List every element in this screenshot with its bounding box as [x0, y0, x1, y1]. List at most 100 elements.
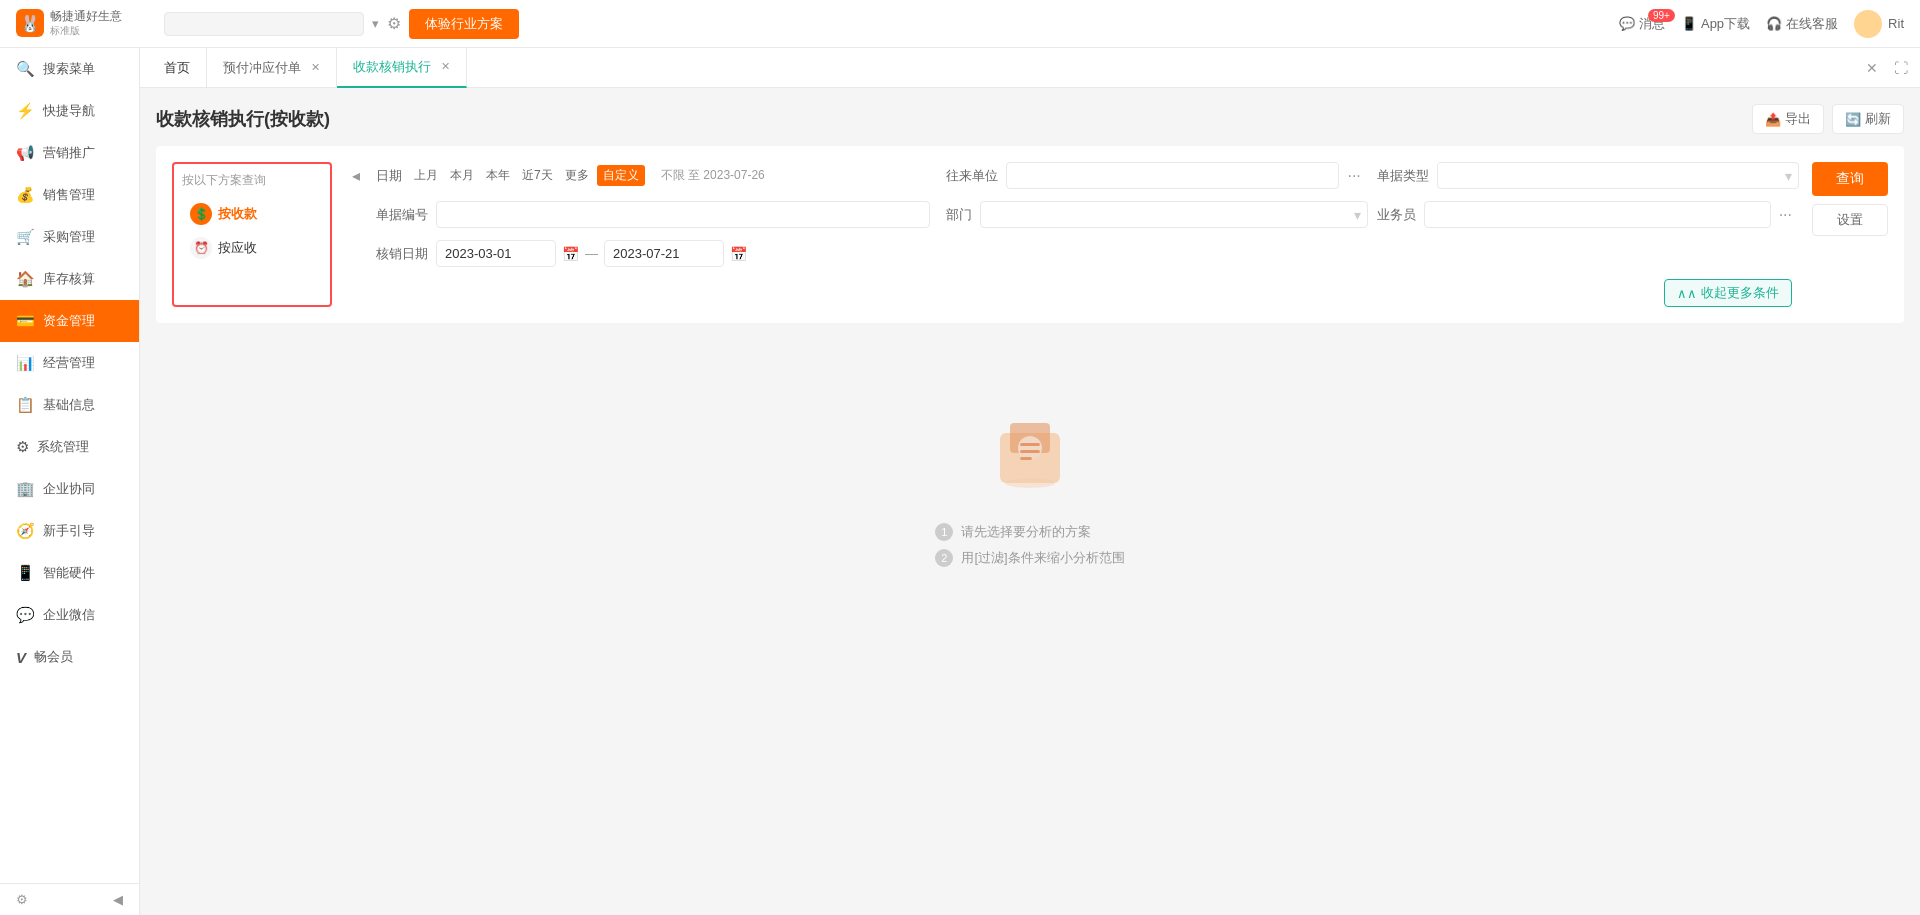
- sidebar-item-hardware[interactable]: 📱 智能硬件: [0, 552, 139, 594]
- writeoff-date-label: 核销日期: [376, 245, 428, 263]
- sidebar-item-basic[interactable]: 📋 基础信息: [0, 384, 139, 426]
- department-field: 部门 ▾: [946, 201, 1361, 228]
- svg-rect-3: [1020, 443, 1040, 446]
- tab-expand-btn[interactable]: ⛶: [1890, 56, 1912, 80]
- date-no-limit: 不限 至 2023-07-26: [661, 167, 765, 184]
- sidebar-item-sales[interactable]: 💰 销售管理: [0, 174, 139, 216]
- tab-receivable[interactable]: 收款核销执行 ✕: [337, 48, 467, 88]
- svg-rect-4: [1020, 450, 1040, 453]
- dropdown-icon[interactable]: ▾: [372, 16, 379, 31]
- sidebar-label-hardware: 智能硬件: [43, 564, 95, 582]
- salesperson-more-btn[interactable]: ···: [1779, 206, 1792, 224]
- doc-type-select[interactable]: [1437, 162, 1799, 189]
- refresh-button[interactable]: 🔄 刷新: [1832, 104, 1904, 134]
- top-bar-right: 💬 消息 99+ 📱 App下载 🎧 在线客服 Rit: [1619, 10, 1904, 38]
- sidebar-item-search[interactable]: 🔍 搜索菜单: [0, 48, 139, 90]
- guide-icon: 🧭: [16, 522, 35, 540]
- date-btn-this-year[interactable]: 本年: [482, 165, 514, 186]
- writeoff-date-field: 核销日期 📅 — 📅: [376, 240, 1792, 267]
- tab-home[interactable]: 首页: [148, 48, 207, 88]
- logo: 🐰 畅捷通好生意 标准版: [16, 9, 156, 37]
- sidebar-label-guide: 新手引导: [43, 522, 95, 540]
- gear-icon[interactable]: ⚙: [387, 14, 401, 33]
- doc-number-label: 单据编号: [376, 206, 428, 224]
- query-option-receivable[interactable]: ⏰ 按应收: [182, 231, 322, 265]
- date-btn-7days[interactable]: 近7天: [518, 165, 557, 186]
- sidebar-item-enterprise[interactable]: 🏢 企业协同: [0, 468, 139, 510]
- message-area[interactable]: 💬 消息 99+: [1619, 15, 1665, 33]
- date-btn-more[interactable]: 更多: [561, 165, 593, 186]
- query-button[interactable]: 查询: [1812, 162, 1888, 196]
- filter-row-3: 核销日期 📅 — 📅: [376, 240, 1792, 267]
- sidebar-label-member: 畅会员: [34, 648, 73, 666]
- calendar-end-icon[interactable]: 📅: [730, 246, 747, 262]
- salesperson-field: 业务员 ···: [1377, 201, 1792, 228]
- online-service[interactable]: 🎧 在线客服: [1766, 15, 1838, 33]
- salesperson-input[interactable]: [1424, 201, 1771, 228]
- counterparty-input[interactable]: [1006, 162, 1340, 189]
- sidebar-item-wechat[interactable]: 💬 企业微信: [0, 594, 139, 636]
- svg-rect-5: [1020, 457, 1032, 460]
- sidebar-item-inventory[interactable]: 🏠 库存核算: [0, 258, 139, 300]
- tab-receivable-close[interactable]: ✕: [441, 60, 450, 73]
- sidebar-bottom: ⚙ ◀: [0, 883, 139, 915]
- date-label: 日期: [376, 167, 402, 185]
- top-bar-center: ​ ▾ ⚙ 体验行业方案: [156, 9, 1619, 39]
- receipt-icon: 💲: [190, 203, 212, 225]
- finance-icon: 💳: [16, 312, 35, 330]
- doc-number-input[interactable]: [436, 201, 930, 228]
- sidebar-item-guide[interactable]: 🧭 新手引导: [0, 510, 139, 552]
- sidebar-label-purchase: 采购管理: [43, 228, 95, 246]
- tab-prepay-close[interactable]: ✕: [311, 61, 320, 74]
- department-select[interactable]: [980, 201, 1368, 228]
- sidebar-item-member[interactable]: V 畅会员: [0, 636, 139, 678]
- tip-num-1: 1: [935, 523, 953, 541]
- tab-prepay[interactable]: 预付冲应付单 ✕: [207, 48, 337, 88]
- filter-row-1: 日期 上月 本月 本年 近7天 更多 自定义 不限 至 2023-07-26: [376, 162, 1792, 189]
- sidebar-item-operations[interactable]: 📊 经营管理: [0, 342, 139, 384]
- industry-button[interactable]: 体验行业方案: [409, 9, 519, 39]
- counterparty-more-btn[interactable]: ···: [1347, 167, 1360, 185]
- tab-close-btn[interactable]: ✕: [1862, 56, 1882, 80]
- export-button[interactable]: 📤 导出: [1752, 104, 1824, 134]
- date-shortcuts: 上月 本月 本年 近7天 更多 自定义: [410, 165, 645, 186]
- calendar-start-icon[interactable]: 📅: [562, 246, 579, 262]
- department-label: 部门: [946, 206, 972, 224]
- tip-row-1: 1 请先选择要分析的方案: [935, 519, 1124, 545]
- user-info[interactable]: Rit: [1854, 10, 1904, 38]
- writeoff-date-end[interactable]: [604, 240, 724, 267]
- date-btn-custom[interactable]: 自定义: [597, 165, 645, 186]
- writeoff-date-start[interactable]: [436, 240, 556, 267]
- tip-row-2: 2 用[过滤]条件来缩小分析范围: [935, 545, 1124, 571]
- headset-icon: 🎧: [1766, 16, 1782, 31]
- sidebar-item-system[interactable]: ⚙ 系统管理: [0, 426, 139, 468]
- query-option-receipt[interactable]: 💲 按收款: [182, 197, 322, 231]
- operations-icon: 📊: [16, 354, 35, 372]
- date-btn-this-month[interactable]: 本月: [446, 165, 478, 186]
- svg-point-2: [1018, 436, 1042, 460]
- filter-form: 日期 上月 本月 本年 近7天 更多 自定义 不限 至 2023-07-26: [376, 162, 1792, 307]
- salesperson-label: 业务员: [1377, 206, 1416, 224]
- msg-badge: 99+: [1648, 9, 1675, 22]
- tip-text-2: 用[过滤]条件来缩小分析范围: [961, 545, 1124, 571]
- basic-icon: 📋: [16, 396, 35, 414]
- chat-icon: 💬: [1619, 16, 1635, 31]
- empty-illustration: [980, 403, 1080, 503]
- service-label: 在线客服: [1786, 15, 1838, 33]
- sidebar-item-quick[interactable]: ⚡ 快捷导航: [0, 90, 139, 132]
- panel-collapse-btn[interactable]: ◂: [348, 162, 364, 307]
- setting-button[interactable]: 设置: [1812, 204, 1888, 236]
- logo-text: 畅捷通好生意: [50, 9, 122, 23]
- app-download[interactable]: 📱 App下载: [1681, 15, 1750, 33]
- sidebar-collapse-icon[interactable]: ◀: [113, 892, 123, 907]
- sidebar-item-marketing[interactable]: 📢 营销推广: [0, 132, 139, 174]
- tab-home-label: 首页: [164, 59, 190, 77]
- sidebar-label-quick: 快捷导航: [43, 102, 95, 120]
- date-btn-last-month[interactable]: 上月: [410, 165, 442, 186]
- sidebar-item-finance[interactable]: 💳 资金管理: [0, 300, 139, 342]
- more-conditions-btn[interactable]: ∧∧ 收起更多条件: [1664, 279, 1792, 307]
- sidebar-settings-icon[interactable]: ⚙: [16, 892, 28, 907]
- avatar: [1854, 10, 1882, 38]
- sidebar-item-purchase[interactable]: 🛒 采购管理: [0, 216, 139, 258]
- sidebar-label-wechat: 企业微信: [43, 606, 95, 624]
